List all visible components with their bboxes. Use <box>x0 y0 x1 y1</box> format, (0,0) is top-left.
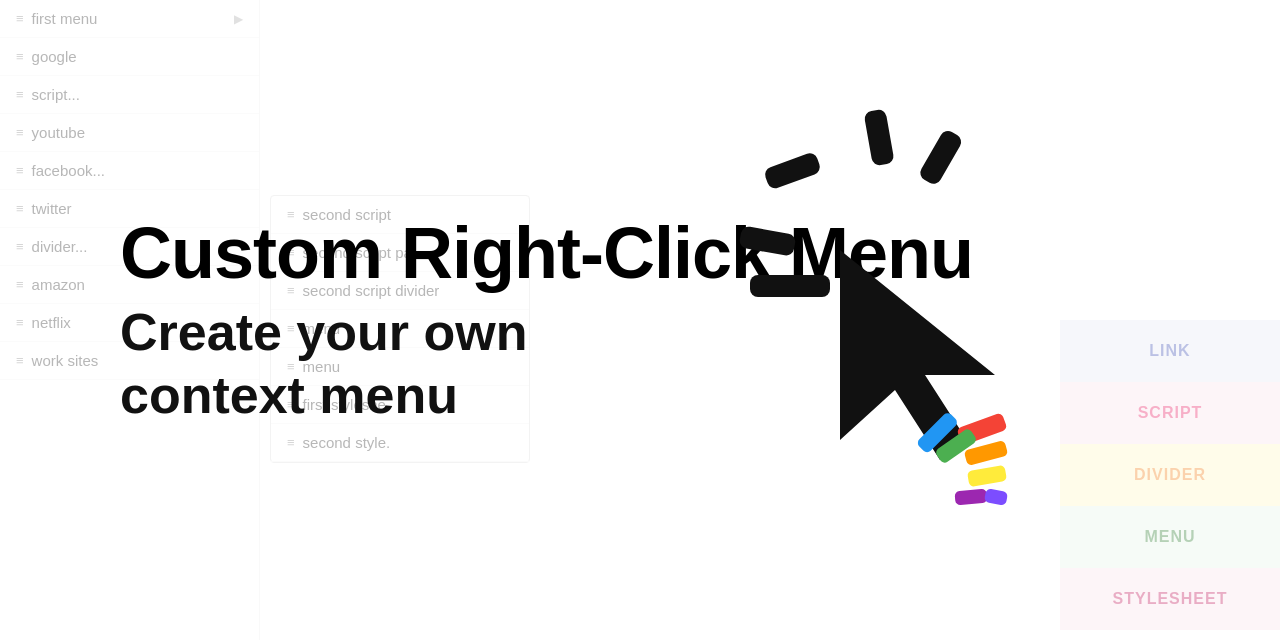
sidebar-stylesheet-label: STYLESHEET <box>1113 590 1228 607</box>
menu-item-label: netflix <box>32 314 71 331</box>
left-menu-panel: ≡ first menu ▶ ≡ google ≡ script... ≡ yo… <box>0 0 260 640</box>
menu-icon: ≡ <box>287 207 295 222</box>
menu-item-label: twitter <box>32 200 72 217</box>
sidebar-script[interactable]: SCRIPT <box>1060 382 1280 444</box>
sidebar-stylesheet[interactable]: STYLESHEET <box>1060 568 1280 630</box>
menu-item-label: second script pa... <box>303 244 425 261</box>
svg-rect-11 <box>954 489 987 506</box>
sidebar-script-label: SCRIPT <box>1138 404 1203 421</box>
menu-icon: ≡ <box>287 245 295 260</box>
svg-rect-4 <box>750 275 830 297</box>
menu-item-youtube[interactable]: ≡ youtube <box>0 114 259 152</box>
menu-item-label: google <box>32 48 77 65</box>
menu-item-label: work sites <box>32 352 99 369</box>
menu-item-google[interactable]: ≡ google <box>0 38 259 76</box>
second-menu-panel: ≡ second script ≡ second script pa... ≡ … <box>270 195 530 463</box>
menu-icon: ≡ <box>16 11 24 26</box>
menu-item-worksites[interactable]: ≡ work sites <box>0 342 259 380</box>
menu-item-label: script... <box>32 86 80 103</box>
second-menu-item-4[interactable]: ≡ menu <box>271 310 529 348</box>
second-menu-item-3[interactable]: ≡ second script divider <box>271 272 529 310</box>
sidebar-menu-label: MENU <box>1144 528 1195 545</box>
sidebar-link-label: LINK <box>1149 342 1190 359</box>
sidebar-menu[interactable]: MENU <box>1060 506 1280 568</box>
sidebar-link[interactable]: LINK <box>1060 320 1280 382</box>
menu-item-label: menu <box>303 358 341 375</box>
menu-item-first-menu[interactable]: ≡ first menu ▶ <box>0 0 259 38</box>
menu-item-script[interactable]: ≡ script... <box>0 76 259 114</box>
menu-icon: ≡ <box>16 163 24 178</box>
second-menu-item-7[interactable]: ≡ second style. <box>271 424 529 462</box>
menu-item-twitter[interactable]: ≡ twitter <box>0 190 259 228</box>
svg-rect-1 <box>917 128 964 187</box>
menu-icon: ≡ <box>16 277 24 292</box>
second-menu-item-2[interactable]: ≡ second script pa... <box>271 234 529 272</box>
menu-item-label: second style. <box>303 434 391 451</box>
right-sidebar: LINK SCRIPT DIVIDER MENU STYLESHEET <box>1060 320 1280 630</box>
svg-rect-0 <box>863 109 894 167</box>
menu-icon: ≡ <box>287 283 295 298</box>
menu-item-label: menu <box>303 320 341 337</box>
cursor-sparkle-icon <box>710 100 1050 520</box>
background-layer: ≡ first menu ▶ ≡ google ≡ script... ≡ yo… <box>0 0 1280 640</box>
menu-icon: ≡ <box>287 359 295 374</box>
second-menu-item-5[interactable]: ≡ menu <box>271 348 529 386</box>
second-menu-item-6[interactable]: ≡ first styleshe. <box>271 386 529 424</box>
menu-icon: ≡ <box>16 201 24 216</box>
sidebar-divider-label: DIVIDER <box>1134 466 1206 483</box>
menu-item-label: first menu <box>32 10 98 27</box>
menu-item-label: divider... <box>32 238 88 255</box>
menu-icon: ≡ <box>16 353 24 368</box>
menu-item-label: facebook... <box>32 162 105 179</box>
menu-icon: ≡ <box>16 125 24 140</box>
menu-item-divider[interactable]: ≡ divider... <box>0 228 259 266</box>
svg-rect-12 <box>984 488 1008 506</box>
submenu-arrow: ▶ <box>234 12 243 26</box>
svg-rect-8 <box>967 465 1007 487</box>
menu-item-label: second script divider <box>303 282 440 299</box>
svg-rect-2 <box>763 151 822 190</box>
menu-item-label: youtube <box>32 124 85 141</box>
menu-item-netflix[interactable]: ≡ netflix <box>0 304 259 342</box>
menu-item-label: amazon <box>32 276 85 293</box>
menu-icon: ≡ <box>16 239 24 254</box>
menu-icon: ≡ <box>16 87 24 102</box>
menu-icon: ≡ <box>16 315 24 330</box>
menu-icon: ≡ <box>287 321 295 336</box>
menu-icon: ≡ <box>287 397 295 412</box>
menu-icon: ≡ <box>287 435 295 450</box>
menu-item-facebook[interactable]: ≡ facebook... <box>0 152 259 190</box>
second-menu-item-1[interactable]: ≡ second script <box>271 196 529 234</box>
menu-item-label: first styleshe. <box>303 396 391 413</box>
sidebar-divider[interactable]: DIVIDER <box>1060 444 1280 506</box>
svg-rect-3 <box>739 225 797 256</box>
menu-icon: ≡ <box>16 49 24 64</box>
menu-item-label: second script <box>303 206 391 223</box>
menu-item-amazon[interactable]: ≡ amazon <box>0 266 259 304</box>
